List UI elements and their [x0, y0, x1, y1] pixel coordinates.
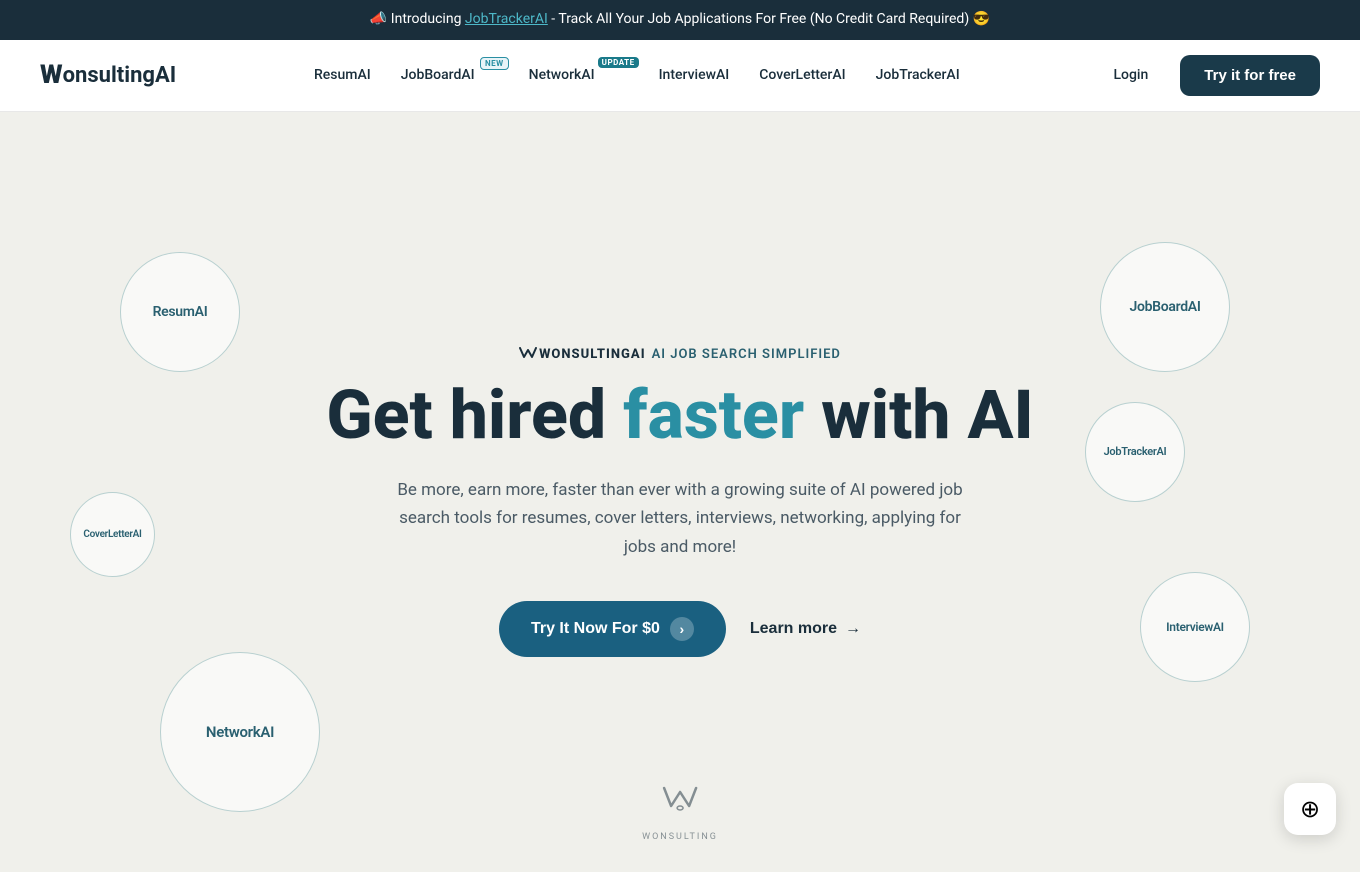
nav-item-resumai[interactable]: ResumAI — [302, 61, 383, 89]
learn-more-arrow-icon: → — [845, 620, 861, 638]
cta-row: Try It Now For $0 › Learn more → — [326, 601, 1033, 657]
login-button[interactable]: Login — [1097, 59, 1164, 91]
nav-item-networkai[interactable]: NetworkAI UPDATE — [517, 61, 641, 89]
try-now-label: Try It Now For $0 — [531, 620, 660, 638]
chat-widget-icon: ⊕ — [1300, 795, 1320, 823]
bottom-logo: WONSULTING — [642, 784, 718, 842]
circle-resumai[interactable]: ResumAI — [120, 252, 240, 372]
title-get: Get — [326, 375, 449, 455]
try-for-free-button[interactable]: Try it for free — [1180, 55, 1320, 96]
nav-item-jobboardai[interactable]: JobBoardAI NEW — [389, 61, 511, 89]
badge-new: NEW — [480, 57, 509, 70]
hero-subtitle: Be more, earn more, faster than ever wit… — [390, 476, 970, 560]
try-now-button[interactable]: Try It Now For $0 › — [499, 601, 726, 657]
banner-link[interactable]: JobTrackerAI — [465, 11, 548, 27]
hero-title: Get hired faster with AI — [326, 378, 1033, 453]
header: WonsultingAI ResumAI JobBoardAI NEW Netw… — [0, 40, 1360, 112]
bottom-logo-text: WONSULTING — [642, 832, 718, 842]
nav-item-coverletterai[interactable]: CoverLetterAI — [747, 61, 857, 89]
header-actions: Login Try it for free — [1097, 55, 1320, 96]
title-faster: faster — [623, 375, 821, 455]
hero-content: WonsultingAI AI JOB SEARCH SIMPLIFIED Ge… — [326, 347, 1033, 657]
banner-prefix: 📣 Introducing — [370, 11, 465, 27]
logo[interactable]: WonsultingAI — [40, 60, 176, 90]
hero-eyebrow: WonsultingAI AI JOB SEARCH SIMPLIFIED — [326, 347, 1033, 362]
learn-more-button[interactable]: Learn more → — [750, 620, 861, 638]
eyebrow-logo: WonsultingAI — [519, 347, 645, 362]
hero-section: ResumAI JobBoardAI JobTrackerAI CoverLet… — [0, 112, 1360, 872]
circle-interviewai[interactable]: InterviewAI — [1140, 572, 1250, 682]
chat-widget[interactable]: ⊕ — [1284, 783, 1336, 835]
title-with-ai: with AI — [821, 375, 1034, 455]
nav-item-interviewai[interactable]: InterviewAI — [647, 61, 742, 89]
badge-update: UPDATE — [598, 57, 639, 68]
circle-coverletterai[interactable]: CoverLetterAI — [70, 492, 155, 577]
nav-item-jobtrackerai[interactable]: JobTrackerAI — [864, 61, 972, 89]
logo-w: W — [40, 60, 63, 90]
bottom-logo-icon — [660, 784, 700, 828]
main-nav: ResumAI JobBoardAI NEW NetworkAI UPDATE … — [302, 61, 972, 89]
logo-text: onsultingAI — [63, 63, 177, 88]
announcement-banner: 📣 Introducing JobTrackerAI - Track All Y… — [0, 0, 1360, 40]
eyebrow-text: AI JOB SEARCH SIMPLIFIED — [652, 347, 841, 362]
circle-networkai[interactable]: NetworkAI — [160, 652, 320, 812]
circle-jobboardai[interactable]: JobBoardAI — [1100, 242, 1230, 372]
learn-more-label: Learn more — [750, 620, 837, 638]
title-hired: hired — [450, 375, 623, 455]
arrow-icon: › — [670, 617, 694, 641]
banner-suffix: - Track All Your Job Applications For Fr… — [548, 11, 990, 27]
circle-jobtrackerai[interactable]: JobTrackerAI — [1085, 402, 1185, 502]
